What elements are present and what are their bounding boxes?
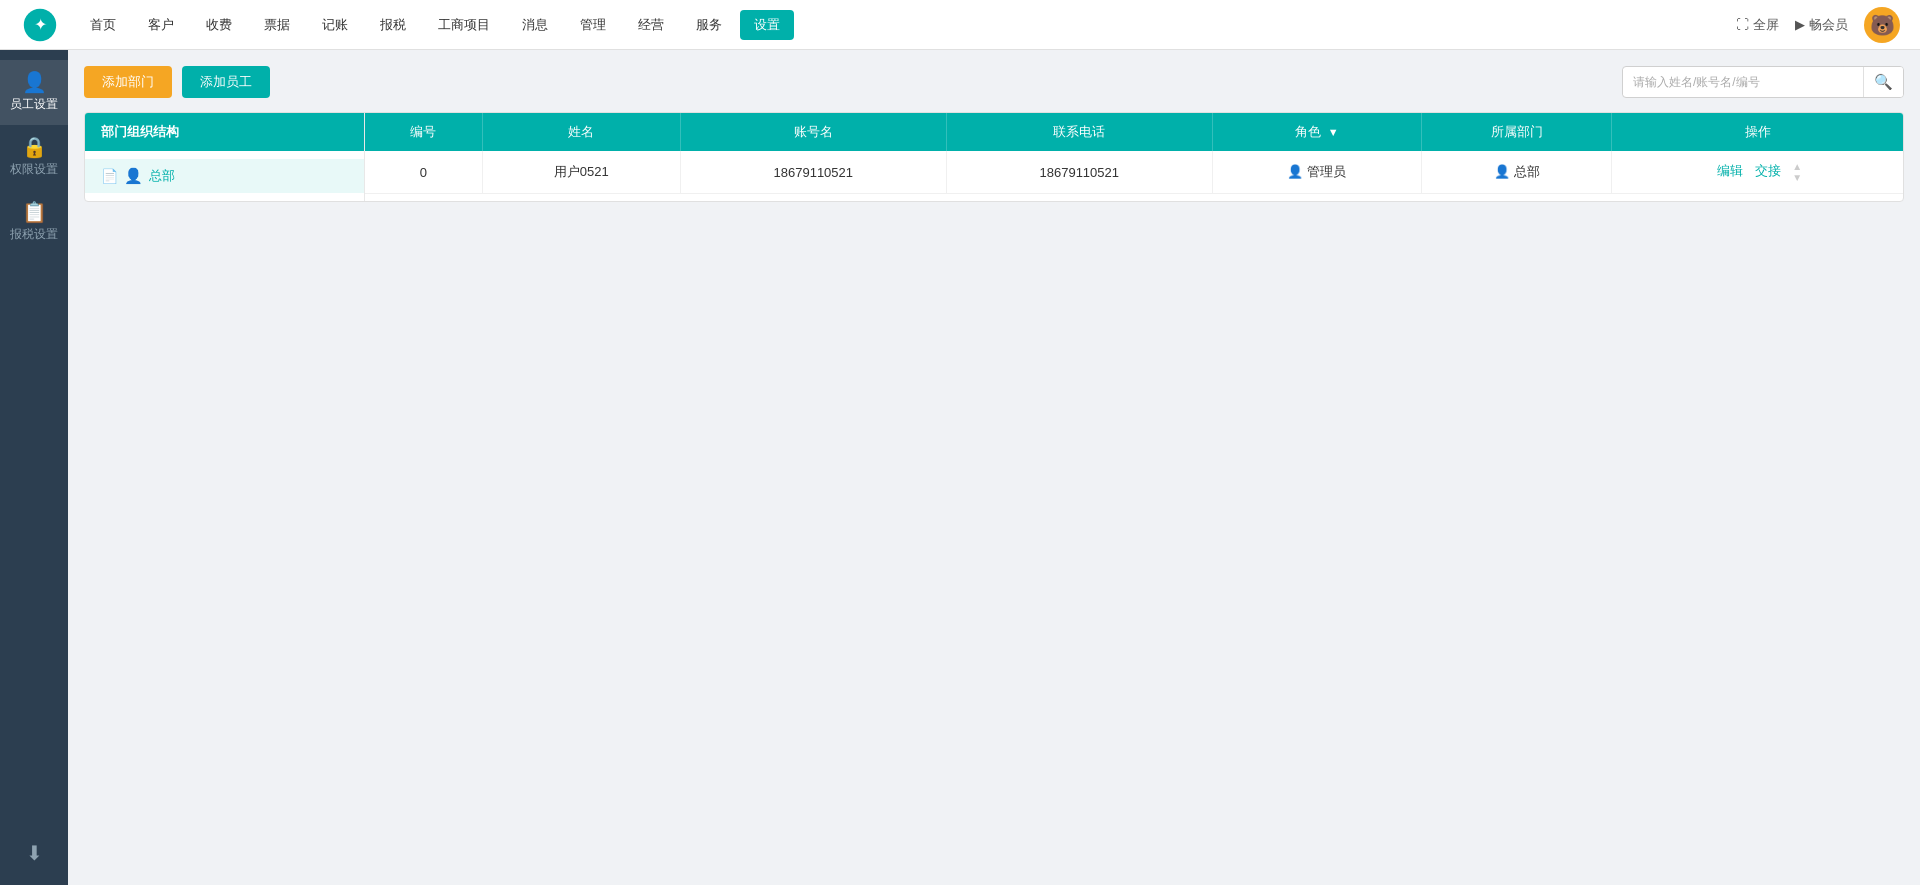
nav-message[interactable]: 消息 [508,10,562,40]
dept-name-general: 总部 [149,167,175,185]
edit-button[interactable]: 编辑 [1713,162,1747,180]
col-header-actions: 操作 [1612,113,1903,151]
table-row: 0 用户0521 18679110521 18679110521 👤管理员 👤总… [365,151,1903,194]
search-input[interactable] [1623,69,1863,95]
logo-icon: ✦ [22,7,58,43]
add-employee-button[interactable]: 添加员工 [182,66,270,98]
cell-name: 用户0521 [482,151,680,194]
sidebar-label-tax: 报税设置 [10,226,58,243]
vip-btn[interactable]: ▶ 畅会员 [1795,16,1848,34]
top-navigation: ✦ 首页 客户 收费 票据 记账 报税 工商项目 消息 管理 经营 服务 设置 … [0,0,1920,50]
fullscreen-label: 全屏 [1753,16,1779,34]
toolbar: 添加部门 添加员工 🔍 [84,66,1904,98]
sidebar-label-permission: 权限设置 [10,161,58,178]
dept-tree: 📄 👤 总部 [85,151,364,201]
role-user-icon: 👤 [1287,164,1303,179]
dept-panel-header: 部门组织结构 [85,113,364,151]
download-icon: ⬇ [26,843,43,863]
tax-settings-icon: 📋 [22,202,47,222]
nav-tax[interactable]: 报税 [366,10,420,40]
avatar[interactable]: 🐻 [1864,7,1900,43]
nav-invoice[interactable]: 票据 [250,10,304,40]
table-scroll-area: 编号 姓名 账号名 联系电话 角色 ▼ 所属部门 操作 [365,113,1903,194]
nav-manage[interactable]: 管理 [566,10,620,40]
nav-home[interactable]: 首页 [76,10,130,40]
cell-phone: 18679110521 [946,151,1212,194]
svg-text:✦: ✦ [34,16,47,34]
cell-dept: 👤总部 [1422,151,1612,194]
cell-account: 18679110521 [680,151,946,194]
cell-id: 0 [365,151,482,194]
dept-panel: 部门组织结构 📄 👤 总部 [85,113,365,201]
employee-icon: 👤 [22,72,47,92]
fullscreen-btn[interactable]: ⛶ 全屏 [1736,16,1779,34]
add-dept-button[interactable]: 添加部门 [84,66,172,98]
nav-right-area: ⛶ 全屏 ▶ 畅会员 🐻 [1736,7,1900,43]
nav-client[interactable]: 客户 [134,10,188,40]
permission-icon: 🔒 [22,137,47,157]
col-header-name: 姓名 [482,113,680,151]
dept-user-icon-row: 👤 [1494,164,1510,179]
dept-file-icon: 📄 [101,168,118,184]
nav-business[interactable]: 工商项目 [424,10,504,40]
sidebar-bottom: ⬇ [0,831,68,885]
dept-user-icon: 👤 [124,167,143,185]
transfer-button[interactable]: 交接 [1751,162,1785,180]
table-header-row: 编号 姓名 账号名 联系电话 角色 ▼ 所属部门 操作 [365,113,1903,151]
nav-operations[interactable]: 经营 [624,10,678,40]
vip-label: 畅会员 [1809,16,1848,34]
col-header-account: 账号名 [680,113,946,151]
search-button[interactable]: 🔍 [1863,67,1903,97]
nav-settings[interactable]: 设置 [740,10,794,40]
content-area: 部门组织结构 📄 👤 总部 编号 姓名 账号名 [84,112,1904,202]
row-scroll-arrows: ▲▼ [1792,161,1802,183]
main-nav: 首页 客户 收费 票据 记账 报税 工商项目 消息 管理 经营 服务 设置 [76,10,1736,40]
col-header-phone: 联系电话 [946,113,1212,151]
employee-table: 编号 姓名 账号名 联系电话 角色 ▼ 所属部门 操作 [365,113,1903,194]
nav-service[interactable]: 服务 [682,10,736,40]
vip-icon: ▶ [1795,17,1805,32]
nav-fee[interactable]: 收费 [192,10,246,40]
cell-actions: 编辑 交接 ▲▼ [1612,151,1903,194]
col-header-id: 编号 [365,113,482,151]
main-content: 添加部门 添加员工 🔍 部门组织结构 📄 👤 总部 [68,50,1920,885]
search-bar: 🔍 [1622,66,1904,98]
role-filter-icon[interactable]: ▼ [1328,126,1339,138]
sidebar-item-employee[interactable]: 👤 员工设置 [0,60,68,125]
sidebar-download-btn[interactable]: ⬇ [0,831,68,875]
sidebar-item-tax-settings[interactable]: 📋 报税设置 [0,190,68,255]
cell-role: 👤管理员 [1212,151,1421,194]
app-logo: ✦ [10,7,70,43]
sidebar-label-employee: 员工设置 [10,96,58,113]
nav-bookkeeping[interactable]: 记账 [308,10,362,40]
employee-panel: 编号 姓名 账号名 联系电话 角色 ▼ 所属部门 操作 [365,113,1903,201]
col-header-dept: 所属部门 [1422,113,1612,151]
fullscreen-icon: ⛶ [1736,17,1749,32]
col-header-role: 角色 ▼ [1212,113,1421,151]
sidebar-item-permission[interactable]: 🔒 权限设置 [0,125,68,190]
dept-tree-item-general[interactable]: 📄 👤 总部 [85,159,364,193]
sidebar: 👤 员工设置 🔒 权限设置 📋 报税设置 ⬇ [0,50,68,885]
